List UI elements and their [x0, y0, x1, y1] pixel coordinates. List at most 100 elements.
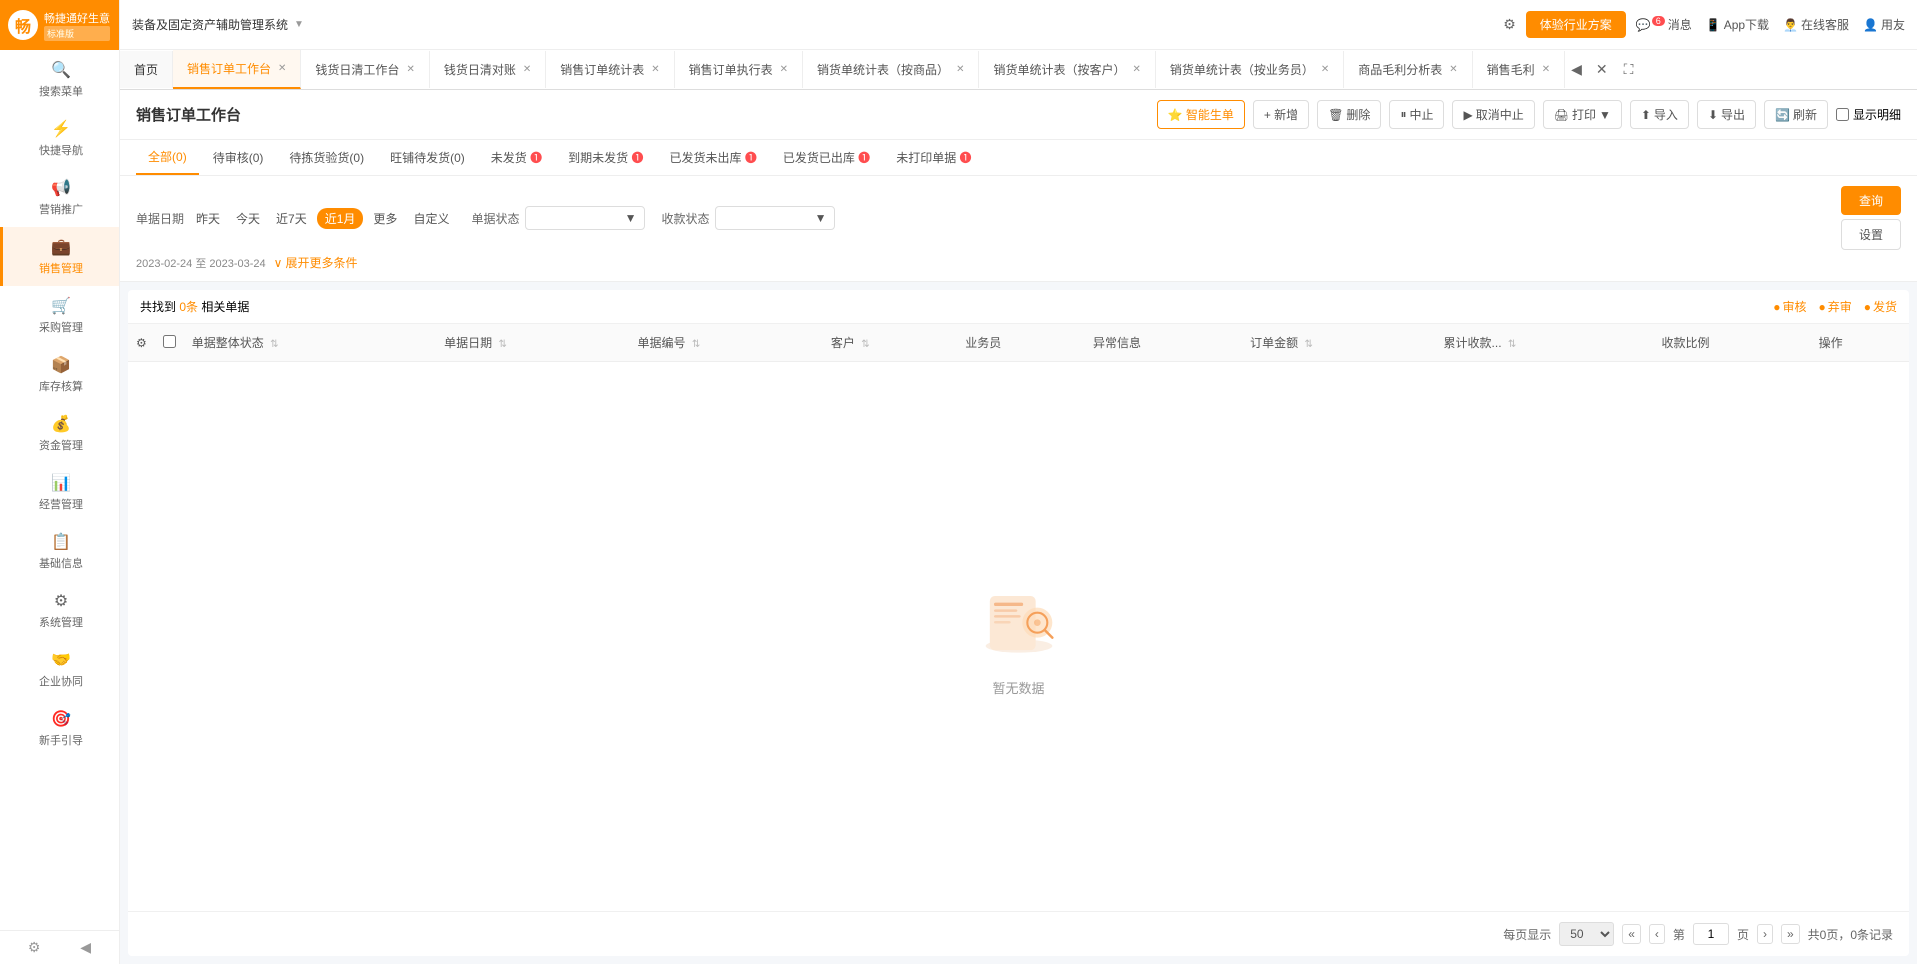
- column-settings-icon[interactable]: ⚙: [136, 336, 147, 350]
- sub-tab-overdue-not-shipped[interactable]: 到期未发货 ❶: [556, 141, 655, 174]
- settings-btn[interactable]: 设置: [1841, 219, 1901, 250]
- add-btn[interactable]: + 新增: [1253, 100, 1309, 129]
- refresh-btn[interactable]: 🔄 刷新: [1764, 100, 1828, 129]
- tab-close-icon[interactable]: ✕: [1542, 64, 1550, 75]
- chevron-down-icon: ▼: [294, 19, 304, 30]
- sub-tab-shipped-out[interactable]: 已发货已出库 ❶: [771, 141, 882, 174]
- select-all-checkbox[interactable]: [163, 335, 176, 348]
- sidebar-item-finance[interactable]: 💰 资金管理: [0, 404, 119, 463]
- filter-date-range-display: 2023-02-24 至 2023-03-24: [136, 255, 266, 271]
- query-btn[interactable]: 查询: [1841, 186, 1901, 215]
- tab-sales-workbench[interactable]: 销售订单工作台 ✕: [173, 50, 301, 89]
- pause-btn[interactable]: ⏸ 中止: [1389, 100, 1444, 129]
- tab-close-icon[interactable]: ✕: [406, 64, 414, 75]
- sidebar-item-cooperation[interactable]: 🤝 企业协同: [0, 640, 119, 699]
- page-prev-btn[interactable]: ‹: [1649, 924, 1665, 944]
- tab-gross-profit[interactable]: 商品毛利分析表 ✕: [1344, 51, 1472, 88]
- sub-tab-pending-review[interactable]: 待审核(0): [201, 141, 276, 174]
- tab-home[interactable]: 首页: [120, 51, 173, 88]
- tab-cash-reconcile[interactable]: 钱货日清对账 ✕: [430, 51, 546, 88]
- tab-close-icon[interactable]: ✕: [651, 64, 659, 75]
- tab-cash-daily[interactable]: 钱货日清工作台 ✕: [301, 51, 429, 88]
- sidebar-item-marketing[interactable]: 📢 营销推广: [0, 168, 119, 227]
- message-icon-item[interactable]: 💬 6 消息: [1636, 16, 1692, 33]
- filter-row-2: 2023-02-24 至 2023-03-24 ∨ 展开更多条件: [136, 254, 1901, 271]
- sidebar-item-inventory[interactable]: 📦 库存核算: [0, 345, 119, 404]
- data-table: ⚙ 单据整体状态 ⇅ 单据日期 ⇅: [128, 324, 1909, 362]
- tab-sales-stat-product[interactable]: 销货单统计表（按商品） ✕: [803, 51, 979, 88]
- tab-sales-stat-customer[interactable]: 销货单统计表（按客户） ✕: [979, 51, 1155, 88]
- tab-close-icon[interactable]: ✕: [278, 63, 286, 74]
- settings-bottom-icon[interactable]: ⚙: [28, 939, 41, 956]
- tab-label: 销售订单执行表: [689, 61, 773, 78]
- export-btn[interactable]: ⬇ 导出: [1697, 100, 1756, 129]
- per-page-select[interactable]: 50 10 20 100: [1559, 922, 1614, 946]
- ship-action-btn[interactable]: ● 发货: [1864, 298, 1897, 315]
- user-label: 用友: [1881, 16, 1905, 33]
- review-action-btn[interactable]: ● 审核: [1773, 298, 1806, 315]
- page-next-btn[interactable]: ›: [1757, 924, 1773, 944]
- sidebar-item-purchase[interactable]: 🛒 采购管理: [0, 286, 119, 345]
- tab-sales-exec[interactable]: 销售订单执行表 ✕: [675, 51, 803, 88]
- tab-close-icon[interactable]: ✕: [956, 64, 964, 75]
- user-item[interactable]: 👤 用友: [1863, 16, 1905, 33]
- tab-close-icon[interactable]: ✕: [1449, 64, 1457, 75]
- cancel-pause-btn[interactable]: ▶ 取消中止: [1452, 100, 1534, 129]
- sidebar-item-quick-nav[interactable]: ⚡ 快捷导航: [0, 109, 119, 168]
- filter-payment-select[interactable]: ▼: [715, 206, 835, 230]
- tab-expand-icon[interactable]: ⛶: [1616, 61, 1642, 78]
- filter-date-more[interactable]: 更多: [367, 208, 403, 229]
- page-input[interactable]: [1693, 923, 1729, 945]
- show-detail-checkbox[interactable]: 显示明细: [1836, 106, 1901, 123]
- sub-tab-pending-inspect[interactable]: 待拣货验货(0): [277, 141, 376, 174]
- import-btn[interactable]: ⬆ 导入: [1630, 100, 1689, 129]
- sub-tab-all[interactable]: 全部(0): [136, 140, 199, 175]
- col-actions-label: 操作: [1819, 336, 1843, 350]
- filter-date-yesterday[interactable]: 昨天: [190, 208, 226, 229]
- detail-checkbox-input[interactable]: [1836, 108, 1849, 121]
- filter-status-select[interactable]: ▼: [525, 206, 645, 230]
- export-label: 导出: [1721, 106, 1745, 123]
- delete-btn[interactable]: 🗑 删除: [1317, 100, 1381, 129]
- tab-sales-profit[interactable]: 销售毛利 ✕: [1473, 51, 1565, 88]
- sub-tab-wangpu[interactable]: 旺铺待发货(0): [378, 141, 477, 174]
- page-last-btn[interactable]: »: [1781, 924, 1800, 944]
- sidebar-item-guide[interactable]: 🎯 新手引导: [0, 699, 119, 758]
- solution-btn[interactable]: 体验行业方案: [1526, 11, 1626, 38]
- filter-date-custom[interactable]: 自定义: [407, 208, 455, 229]
- page-header: 销售订单工作台 ⭐ 智能生单 + 新增 🗑 删除 ⏸ 中止 ▶: [120, 90, 1917, 140]
- sidebar-item-search[interactable]: 🔍 搜索菜单: [0, 50, 119, 109]
- sidebar-item-sales[interactable]: 💼 销售管理: [0, 227, 119, 286]
- search-icon: 🔍: [51, 60, 71, 80]
- sub-tab-not-shipped[interactable]: 未发货 ❶: [479, 141, 554, 174]
- tab-nav-prev[interactable]: ◀: [1565, 61, 1588, 78]
- reject-action-btn[interactable]: ● 弃审: [1818, 298, 1851, 315]
- tab-close-icon[interactable]: ✕: [1321, 64, 1329, 75]
- page-first-btn[interactable]: «: [1622, 924, 1641, 944]
- tab-close-icon[interactable]: ✕: [780, 64, 788, 75]
- sidebar-item-basic-info[interactable]: 📋 基础信息: [0, 522, 119, 581]
- app-download-item[interactable]: 📱 App下载: [1706, 16, 1769, 33]
- header-settings-icon[interactable]: ⚙: [1503, 16, 1516, 33]
- reject-label: 弃审: [1828, 298, 1852, 315]
- smart-generate-btn[interactable]: ⭐ 智能生单: [1157, 100, 1245, 129]
- tab-close-icon[interactable]: ✕: [523, 64, 531, 75]
- tab-sales-stats[interactable]: 销售订单统计表 ✕: [546, 51, 674, 88]
- sub-tab-shipped-not-out[interactable]: 已发货未出库 ❶: [657, 141, 768, 174]
- collapse-icon[interactable]: ◀: [80, 939, 91, 956]
- filter-expand-btn[interactable]: ∨ 展开更多条件: [274, 254, 358, 271]
- tab-close-all[interactable]: ✕: [1588, 61, 1616, 78]
- header-icons: 💬 6 消息 📱 App下载 👨‍💼 在线客服 👤 用友: [1636, 16, 1905, 33]
- filter-date-7days[interactable]: 近7天: [270, 208, 313, 229]
- print-btn[interactable]: 🖨 打印 ▼: [1543, 100, 1622, 129]
- sub-tab-not-printed[interactable]: 未打印单据 ❶: [884, 141, 983, 174]
- filter-date-today[interactable]: 今天: [230, 208, 266, 229]
- sidebar-item-operation[interactable]: 📊 经营管理: [0, 463, 119, 522]
- system-icon: ⚙: [54, 591, 68, 611]
- online-service-item[interactable]: 👨‍💼 在线客服: [1783, 16, 1849, 33]
- import-icon: ⬆: [1641, 108, 1651, 122]
- tab-sales-stat-staff[interactable]: 销货单统计表（按业务员） ✕: [1156, 51, 1344, 88]
- filter-date-1month[interactable]: 近1月: [317, 208, 364, 229]
- tab-close-icon[interactable]: ✕: [1132, 64, 1140, 75]
- sidebar-item-system[interactable]: ⚙ 系统管理: [0, 581, 119, 640]
